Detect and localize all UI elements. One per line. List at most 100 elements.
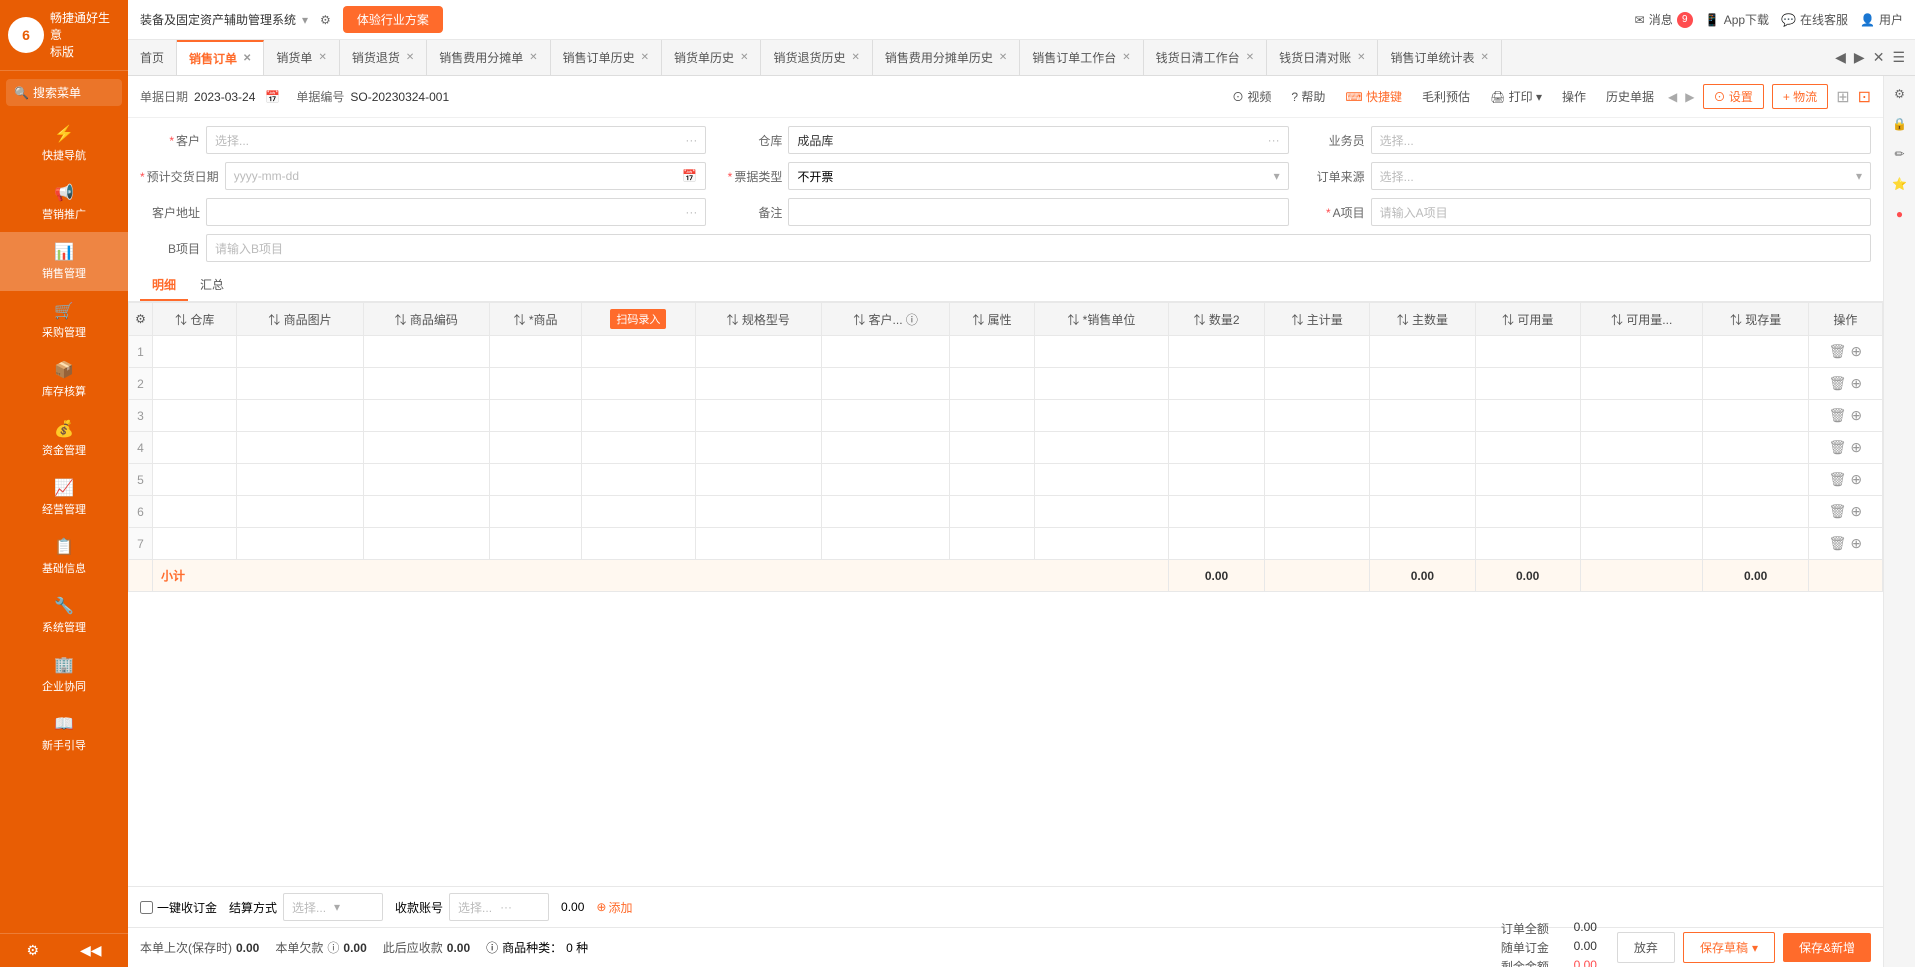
address-input[interactable]: ··· <box>206 198 706 226</box>
a-project-input[interactable]: 请输入A项目 <box>1371 198 1871 226</box>
message-button[interactable]: ✉ 消息 9 <box>1635 11 1693 28</box>
app-download-button[interactable]: 📱 App下载 <box>1705 11 1769 28</box>
right-edit-icon[interactable]: ✏ <box>1886 140 1914 168</box>
right-star-icon[interactable]: ⭐ <box>1886 170 1914 198</box>
history-btn[interactable]: 历史单据 <box>1600 86 1660 107</box>
account-select[interactable]: 选择... ··· <box>449 893 549 921</box>
right-alert-icon[interactable]: ● <box>1886 200 1914 228</box>
col-gear[interactable]: ⚙ <box>129 303 153 336</box>
tab-close-all-button[interactable]: ✕ <box>1869 47 1889 68</box>
logistics-button[interactable]: + 物流 <box>1772 84 1828 109</box>
scan-button[interactable]: 扫码录入 <box>610 309 666 329</box>
tab-home[interactable]: 首页 <box>128 40 177 76</box>
sidebar-item-marketing[interactable]: 📢 营销推广 <box>0 173 128 232</box>
row-spec[interactable] <box>695 336 821 368</box>
row-name[interactable] <box>489 336 581 368</box>
tab-sales-return-history[interactable]: 销货退货历史 ✕ <box>761 40 872 76</box>
copy-icon[interactable]: ⊕ <box>1850 375 1862 392</box>
tab-close-icon[interactable]: ✕ <box>1246 52 1254 63</box>
online-support-button[interactable]: 💬 在线客服 <box>1781 11 1848 28</box>
sidebar-item-inventory[interactable]: 📦 库存核算 <box>0 350 128 409</box>
customer-input[interactable]: 选择... ··· <box>206 126 706 154</box>
tab-close-icon[interactable]: ✕ <box>740 52 748 63</box>
tab-sales-bill[interactable]: 销货单 ✕ <box>264 40 339 76</box>
sidebar-settings-button[interactable]: ⚙ <box>26 942 39 959</box>
delete-icon[interactable]: 🗑 <box>1829 407 1847 424</box>
row-customer-code[interactable] <box>821 336 950 368</box>
tab-sales-order[interactable]: 销售订单 ✕ <box>177 40 264 76</box>
ops-btn[interactable]: 操作 <box>1556 86 1592 107</box>
tab-sales-return[interactable]: 销货退货 ✕ <box>340 40 427 76</box>
row-attr[interactable] <box>950 336 1034 368</box>
copy-icon[interactable]: ⊕ <box>1850 471 1862 488</box>
sidebar-item-purchase[interactable]: 🛒 采购管理 <box>0 291 128 350</box>
print-btn[interactable]: 🖨 打印 ▾ <box>1484 86 1548 107</box>
staff-input[interactable]: 选择... <box>1371 126 1871 154</box>
tab-cash-reconcile[interactable]: 钱货日清对账 ✕ <box>1267 40 1378 76</box>
right-settings-icon[interactable]: ⚙ <box>1886 80 1914 108</box>
tab-close-icon[interactable]: ✕ <box>999 52 1007 63</box>
tab-close-icon[interactable]: ✕ <box>1122 52 1130 63</box>
tab-sales-expense-history[interactable]: 销售费用分摊单历史 ✕ <box>873 40 1020 76</box>
warehouse-input[interactable]: 成品库 ··· <box>788 126 1288 154</box>
copy-icon[interactable]: ⊕ <box>1850 343 1862 360</box>
nav-next-icon[interactable]: ▶ <box>1685 90 1694 104</box>
delete-icon[interactable]: 🗑 <box>1829 471 1847 488</box>
sidebar-collapse-button[interactable]: ◀◀ <box>80 942 102 959</box>
row-warehouse[interactable] <box>153 336 237 368</box>
tab-sales-expense[interactable]: 销售费用分摊单 ✕ <box>427 40 550 76</box>
row-main-qty[interactable] <box>1370 336 1475 368</box>
table-scroll[interactable]: ⚙ ⇅ 仓库 ⇅ 商品图片 ⇅ 商品编码 <box>128 302 1883 592</box>
tab-summary[interactable]: 汇总 <box>188 270 236 301</box>
tab-close-icon[interactable]: ✕ <box>641 52 649 63</box>
delete-icon[interactable]: 🗑 <box>1829 343 1847 360</box>
sidebar-item-operations[interactable]: 📈 经营管理 <box>0 468 128 527</box>
tab-menu-button[interactable]: ☰ <box>1888 47 1909 68</box>
copy-icon[interactable]: ⊕ <box>1850 439 1862 456</box>
order-source-select[interactable]: 选择... ▾ <box>1371 162 1871 190</box>
sidebar-item-quicknav[interactable]: ⚡ 快捷导航 <box>0 114 128 173</box>
invoice-select[interactable]: 不开票 ▾ <box>788 162 1288 190</box>
sidebar-item-corp[interactable]: 🏢 企业协同 <box>0 645 128 704</box>
tab-cash-workbench[interactable]: 钱货日清工作台 ✕ <box>1144 40 1267 76</box>
copy-icon[interactable]: ⊕ <box>1850 535 1862 552</box>
nav-prev-icon[interactable]: ◀ <box>1668 90 1677 104</box>
tab-sales-stat[interactable]: 销售订单统计表 ✕ <box>1378 40 1501 76</box>
view-toggle-icon[interactable]: ⊞ <box>1836 87 1849 107</box>
sidebar-item-base[interactable]: 📋 基础信息 <box>0 527 128 586</box>
discard-button[interactable]: 放弃 <box>1617 932 1675 963</box>
delete-icon[interactable]: 🗑 <box>1829 503 1847 520</box>
user-button[interactable]: 👤 用户 <box>1860 11 1903 28</box>
row-code[interactable] <box>363 336 489 368</box>
tab-close-icon[interactable]: ✕ <box>1357 52 1365 63</box>
quick-order-checkbox[interactable] <box>140 901 153 914</box>
profit-btn[interactable]: 毛利预估 <box>1416 86 1476 107</box>
tab-close-icon[interactable]: ✕ <box>243 53 251 64</box>
tab-sales-bill-history[interactable]: 销货单历史 ✕ <box>662 40 761 76</box>
save-draft-button[interactable]: 保存草稿 ▾ <box>1683 932 1775 963</box>
settings-button[interactable]: ⊙ 设置 <box>1703 84 1764 109</box>
sidebar-item-finance[interactable]: 💰 资金管理 <box>0 409 128 468</box>
tab-sales-workbench[interactable]: 销售订单工作台 ✕ <box>1020 40 1143 76</box>
calendar-icon[interactable]: 📅 <box>265 90 280 104</box>
b-project-input[interactable]: 请输入B项目 <box>206 234 1871 262</box>
save-new-button[interactable]: 保存&新增 <box>1783 933 1871 962</box>
plan-button[interactable]: 体验行业方案 <box>343 6 443 33</box>
tab-detail[interactable]: 明细 <box>140 270 188 301</box>
sidebar-item-system[interactable]: 🔧 系统管理 <box>0 586 128 645</box>
copy-icon[interactable]: ⊕ <box>1850 407 1862 424</box>
payment-select[interactable]: 选择... ▾ <box>283 893 383 921</box>
expand-icon[interactable]: ⊡ <box>1858 87 1871 107</box>
tab-next-button[interactable]: ▶ <box>1850 47 1869 68</box>
copy-icon[interactable]: ⊕ <box>1850 503 1862 520</box>
row-qty2[interactable] <box>1169 336 1265 368</box>
row-unit[interactable] <box>1034 336 1168 368</box>
delete-icon[interactable]: 🗑 <box>1829 375 1847 392</box>
video-btn[interactable]: ⊙ 视频 <box>1226 86 1277 107</box>
tab-prev-button[interactable]: ◀ <box>1831 47 1850 68</box>
tab-close-icon[interactable]: ✕ <box>529 52 537 63</box>
right-lock-icon[interactable]: 🔒 <box>1886 110 1914 138</box>
search-menu-button[interactable]: 🔍 搜索菜单 <box>6 79 122 106</box>
help-btn[interactable]: ? 帮助 <box>1285 86 1331 107</box>
tab-sales-order-history[interactable]: 销售订单历史 ✕ <box>551 40 662 76</box>
